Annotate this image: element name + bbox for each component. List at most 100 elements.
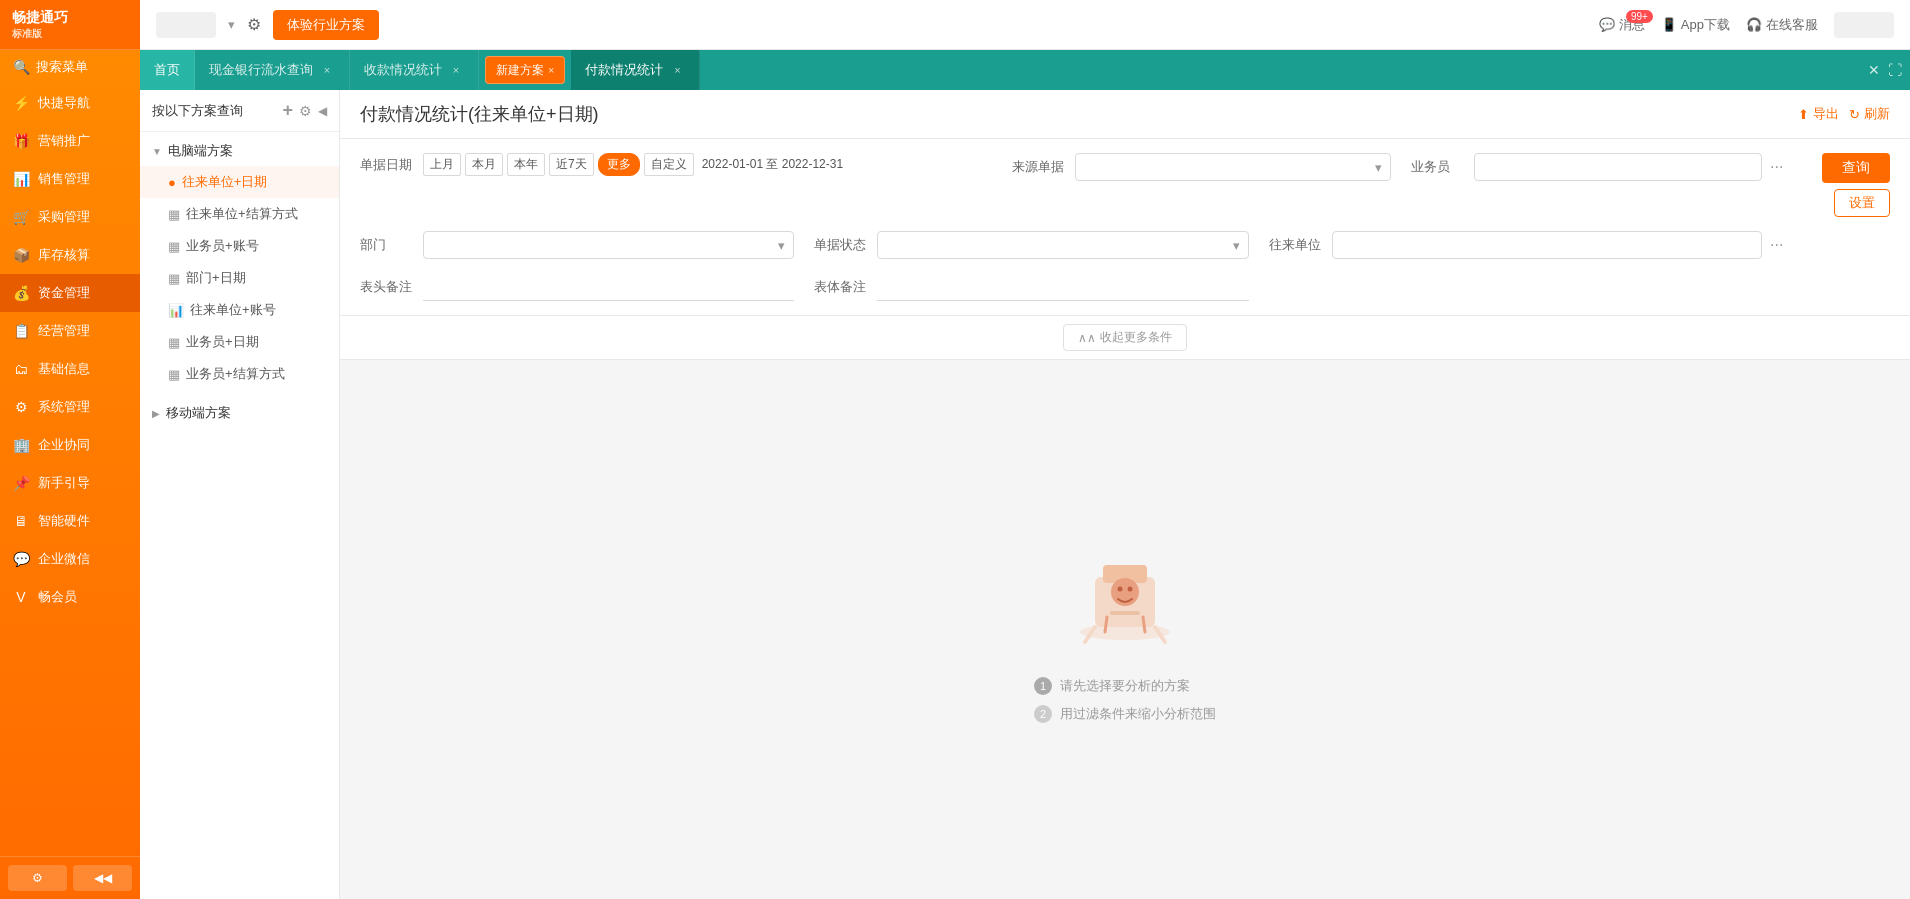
sidebar-item-wechat[interactable]: 💬 企业微信 xyxy=(0,540,140,578)
trial-btn[interactable]: 体验行业方案 xyxy=(273,10,379,40)
tab-payment-close-icon[interactable]: × xyxy=(669,62,685,78)
scheme-icon-5: ▦ xyxy=(168,335,180,350)
sidebar-item-hardware[interactable]: 🖥 智能硬件 xyxy=(0,502,140,540)
scheme-item-label: 往来单位+结算方式 xyxy=(186,205,298,223)
query-btn[interactable]: 查询 xyxy=(1822,153,1890,183)
scheme-active-icon: ● xyxy=(168,175,176,190)
dept-select[interactable]: ▾ xyxy=(423,231,794,259)
sidebar-item-search[interactable]: 🔍 搜索菜单 xyxy=(0,50,140,84)
collapse-chevron-icon: ∧∧ xyxy=(1078,331,1096,345)
date-btn-this-month[interactable]: 本月 xyxy=(465,153,503,176)
sidebar-item-quicknav[interactable]: ⚡ 快捷导航 xyxy=(0,84,140,122)
tip-text-1: 请先选择要分析的方案 xyxy=(1060,677,1190,695)
scheme-item-counterparty-date[interactable]: ● 往来单位+日期 xyxy=(140,166,339,198)
settings-btn[interactable]: 设置 xyxy=(1834,189,1890,217)
panel-collapse-icon[interactable]: ◀ xyxy=(318,104,327,118)
scheme-item-salesperson-date[interactable]: ▦ 业务员+日期 xyxy=(140,326,339,358)
svg-rect-8 xyxy=(1110,611,1140,615)
source-select[interactable]: ▾ xyxy=(1075,153,1391,181)
tab-home[interactable]: 首页 xyxy=(140,50,195,90)
settings-icon[interactable]: ⚙ xyxy=(247,15,261,34)
money-icon: 💰 xyxy=(12,284,30,302)
chat-icon: 💬 xyxy=(12,550,30,568)
sidebar-item-system[interactable]: ⚙ 系统管理 xyxy=(0,388,140,426)
sidebar-collapse-btn[interactable]: ◀◀ xyxy=(73,865,132,891)
sidebar-item-operations[interactable]: 📋 经营管理 xyxy=(0,312,140,350)
dropdown-arrow-icon[interactable]: ▾ xyxy=(228,17,235,32)
source-label: 来源单据 xyxy=(1012,158,1067,176)
sidebar-item-inventory[interactable]: 📦 库存核算 xyxy=(0,236,140,274)
mobile-section-header[interactable]: ▶ 移动端方案 xyxy=(140,398,339,428)
pc-section-label: 电脑端方案 xyxy=(168,142,233,160)
svg-point-4 xyxy=(1118,586,1123,591)
dept-dropdown-icon: ▾ xyxy=(778,238,785,253)
scheme-item-counterparty-account[interactable]: 📊 往来单位+账号 xyxy=(140,294,339,326)
filter-row-2: 部门 ▾ 单据状态 ▾ 往来单位 xyxy=(360,231,1890,259)
date-btn-last-month[interactable]: 上月 xyxy=(423,153,461,176)
collapse-more-btn[interactable]: ∧∧ 收起更多条件 xyxy=(1063,324,1187,351)
filter-row-1: 单据日期 上月 本月 本年 近7天 更多 自定义 2022-01-01 至 20… xyxy=(360,153,1890,217)
sidebar-item-sales[interactable]: 📊 销售管理 xyxy=(0,160,140,198)
date-btn-more[interactable]: 更多 xyxy=(598,153,640,176)
salesperson-input[interactable] xyxy=(1474,153,1762,181)
tab-bank-close-icon[interactable]: × xyxy=(319,62,335,78)
date-btn-7days[interactable]: 近7天 xyxy=(549,153,594,176)
counterparty-dots[interactable]: ··· xyxy=(1770,236,1790,254)
tab-new-close-icon[interactable]: × xyxy=(548,64,554,76)
salesperson-dots[interactable]: ··· xyxy=(1770,158,1790,176)
online-service[interactable]: 🎧 在线客服 xyxy=(1746,16,1818,34)
tab-receipt[interactable]: 收款情况统计 × xyxy=(350,50,479,90)
pc-section-arrow-icon: ▼ xyxy=(152,146,162,157)
sidebar-bottom: ⚙ ◀◀ xyxy=(0,856,140,899)
left-panel: 按以下方案查询 + ⚙ ◀ ▼ 电脑端方案 ● 往来单位+日期 ▦ xyxy=(140,90,340,899)
add-scheme-icon[interactable]: + xyxy=(282,100,293,121)
counterparty-input[interactable] xyxy=(1332,231,1762,259)
tab-close-all-icon[interactable]: ✕ xyxy=(1868,62,1880,78)
sidebar-item-label: 搜索菜单 xyxy=(36,58,88,76)
date-label: 单据日期 xyxy=(360,156,415,174)
page-header: 付款情况统计(往来单位+日期) ⬆ 导出 ↻ 刷新 xyxy=(340,90,1910,139)
tab-expand-icon[interactable]: ⛶ xyxy=(1888,62,1902,78)
header-note-input[interactable] xyxy=(423,273,794,301)
tab-new-scheme[interactable]: 新建方案 × xyxy=(485,56,565,84)
app-download[interactable]: 📱 App下载 xyxy=(1661,16,1730,34)
filter-body-note-group: 表体备注 xyxy=(814,273,1248,301)
scheme-item-label: 往来单位+账号 xyxy=(190,301,276,319)
tab-new-label: 新建方案 xyxy=(496,62,544,79)
body-note-label: 表体备注 xyxy=(814,278,869,296)
tab-payment-label: 付款情况统计 xyxy=(585,61,663,79)
tab-bank[interactable]: 现金银行流水查询 × xyxy=(195,50,350,90)
sidebar-settings-btn[interactable]: ⚙ xyxy=(8,865,67,891)
main-content: ▾ ⚙ 体验行业方案 💬 消息 99+ 📱 App下载 🎧 在线客服 首页 xyxy=(140,0,1910,899)
sidebar-item-label: 库存核算 xyxy=(38,246,90,264)
scheme-icon-3: ▦ xyxy=(168,271,180,286)
sidebar-item-guide[interactable]: 📌 新手引导 xyxy=(0,464,140,502)
empty-tips: 1 请先选择要分析的方案 2 用过滤条件来缩小分析范围 xyxy=(1034,677,1216,723)
sidebar-item-basic[interactable]: 🗂 基础信息 xyxy=(0,350,140,388)
date-btn-this-year[interactable]: 本年 xyxy=(507,153,545,176)
messages-badge[interactable]: 💬 消息 99+ xyxy=(1599,16,1645,34)
scheme-item-salesperson-account[interactable]: ▦ 业务员+账号 xyxy=(140,230,339,262)
docstatus-select[interactable]: ▾ xyxy=(877,231,1248,259)
export-btn[interactable]: ⬆ 导出 xyxy=(1798,105,1839,123)
sidebar-item-finance[interactable]: 💰 资金管理 xyxy=(0,274,140,312)
refresh-btn[interactable]: ↻ 刷新 xyxy=(1849,105,1890,123)
pc-section-header[interactable]: ▼ 电脑端方案 xyxy=(140,136,339,166)
tab-payment[interactable]: 付款情况统计 × xyxy=(571,50,700,90)
sidebar-item-collab[interactable]: 🏢 企业协同 xyxy=(0,426,140,464)
dept-label: 部门 xyxy=(360,236,415,254)
tab-receipt-close-icon[interactable]: × xyxy=(448,62,464,78)
sidebar-item-marketing[interactable]: 🎁 营销推广 xyxy=(0,122,140,160)
date-btn-custom[interactable]: 自定义 xyxy=(644,153,694,176)
body-note-input[interactable] xyxy=(877,273,1248,301)
scheme-item-counterparty-payment[interactable]: ▦ 往来单位+结算方式 xyxy=(140,198,339,230)
filter-date-group: 单据日期 上月 本月 本年 近7天 更多 自定义 2022-01-01 至 20… xyxy=(360,153,992,176)
scheme-item-salesperson-payment[interactable]: ▦ 业务员+结算方式 xyxy=(140,358,339,390)
scheme-settings-icon[interactable]: ⚙ xyxy=(299,103,312,119)
source-dropdown-icon: ▾ xyxy=(1375,160,1382,175)
sidebar-item-vip[interactable]: V 畅会员 xyxy=(0,578,140,616)
sidebar-item-purchase[interactable]: 🛒 采购管理 xyxy=(0,198,140,236)
scheme-item-dept-date[interactable]: ▦ 部门+日期 xyxy=(140,262,339,294)
sidebar-item-label: 营销推广 xyxy=(38,132,90,150)
collapse-bar: ∧∧ 收起更多条件 xyxy=(340,316,1910,360)
